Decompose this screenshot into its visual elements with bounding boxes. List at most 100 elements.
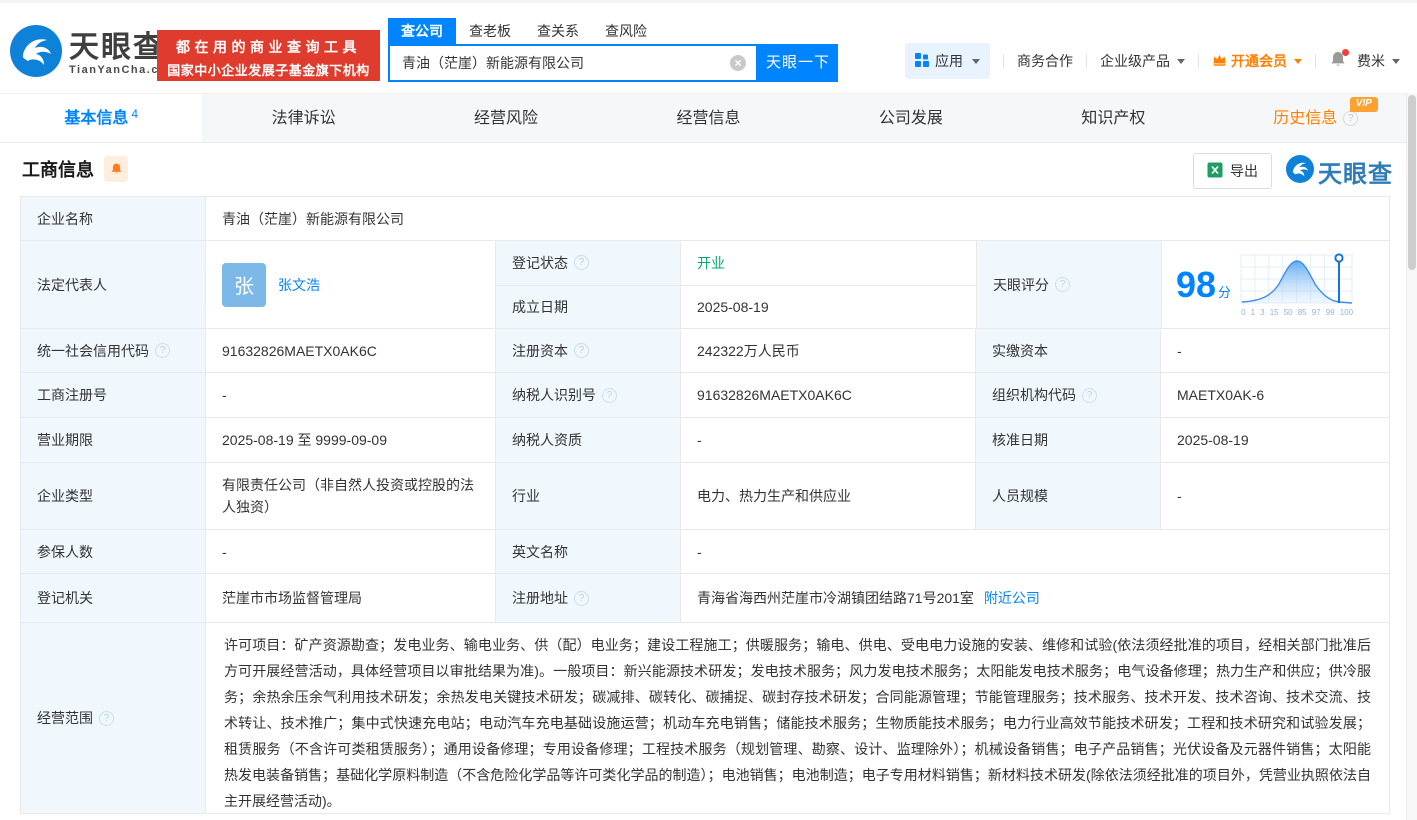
search-tab-boss[interactable]: 查老板 (456, 18, 524, 44)
avatar[interactable]: 张 (222, 263, 266, 307)
business-info-table: 企业名称 青油（茫崖）新能源有限公司 法定代表人 张 张文浩 登记状态 开业 成… (20, 196, 1390, 814)
field-label-establish-date: 成立日期 (496, 286, 681, 329)
tab-history-info-label: 历史信息 (1273, 110, 1337, 127)
help-icon[interactable] (1082, 388, 1097, 403)
tab-operation-risk[interactable]: 经营风险 (405, 94, 607, 142)
help-icon[interactable] (602, 388, 617, 403)
tab-company-development[interactable]: 公司发展 (810, 94, 1012, 142)
chevron-down-icon (1294, 59, 1302, 64)
table-subrow: 登记状态 开业 (496, 241, 976, 285)
nav-business-cooperation[interactable]: 商务合作 (1017, 51, 1073, 71)
search-tabs: 查公司 查老板 查关系 查风险 (388, 18, 838, 44)
field-label-company-name: 企业名称 (21, 197, 206, 240)
help-icon[interactable] (155, 343, 170, 358)
field-label-score: 天眼评分 (977, 241, 1162, 328)
x-tick: 50 (1284, 308, 1293, 317)
field-label-industry: 行业 (496, 463, 681, 529)
reg-address-label: 注册地址 (512, 588, 568, 608)
tianyancha-logo[interactable]: 天眼查 TianYanCha.com (10, 25, 178, 82)
field-value-establish-date: 2025-08-19 (681, 286, 976, 329)
x-tick: 97 (1312, 308, 1321, 317)
monitor-bell-icon[interactable] (104, 156, 128, 182)
nav-user-menu[interactable]: 费米 (1357, 51, 1400, 71)
slogan-line1: 都在用的商业查询工具 (157, 37, 380, 57)
watermark-logo: 天眼查 (1286, 154, 1393, 189)
scrollbar-track[interactable] (1406, 93, 1417, 820)
tab-legal-litigation[interactable]: 法律诉讼 (202, 94, 404, 142)
help-icon[interactable] (574, 591, 589, 606)
field-value-business-scope: 许可项目：矿产资源勘查；发电业务、输电业务、供（配）电业务；建设工程施工；供暖服… (206, 623, 1389, 813)
site-header: 天眼查 TianYanCha.com 都在用的商业查询工具 国家中小企业发展子基… (0, 0, 1417, 93)
field-value-org-code: MAETX0AK-6 (1161, 373, 1389, 417)
tianyancha-swirl-icon (10, 25, 62, 82)
company-tabbar: 基本信息4 法律诉讼 经营风险 经营信息 公司发展 知识产权 历史信息 VIP (0, 93, 1417, 143)
search-tab-risk[interactable]: 查风险 (592, 18, 660, 44)
field-value-legal-rep: 张 张文浩 (206, 241, 496, 328)
search-input-wrap (388, 44, 758, 82)
vip-badge: VIP (1350, 97, 1378, 112)
field-value-reg-capital: 242322万人民币 (681, 329, 976, 372)
field-value-english-name: - (681, 530, 1389, 573)
field-value-industry: 电力、热力生产和供应业 (681, 463, 976, 529)
tab-basic-info[interactable]: 基本信息4 (0, 94, 202, 142)
slogan-line2: 国家中小企业发展子基金旗下机构 (157, 60, 380, 79)
field-label-english-name: 英文名称 (496, 530, 681, 573)
table-row: 经营范围 许可项目：矿产资源勘查；发电业务、输电业务、供（配）电业务；建设工程施… (21, 623, 1389, 813)
nav-divider (1198, 54, 1199, 68)
tab-operation-info[interactable]: 经营信息 (607, 94, 809, 142)
table-row: 营业期限 2025-08-19 至 9999-09-09 纳税人资质 - 核准日… (21, 418, 1389, 463)
field-label-reg-authority: 登记机关 (21, 574, 206, 622)
apps-menu-button[interactable]: 应用 (905, 43, 990, 79)
table-row: 企业名称 青油（茫崖）新能源有限公司 (21, 197, 1389, 241)
tab-intellectual-property[interactable]: 知识产权 (1012, 94, 1214, 142)
export-button[interactable]: 导出 (1193, 153, 1272, 189)
clear-search-icon[interactable] (730, 55, 746, 71)
field-label-paid-capital: 实缴资本 (976, 329, 1161, 372)
notification-bell-icon[interactable] (1329, 51, 1347, 71)
excel-icon (1207, 162, 1223, 181)
score-value: 98分 (1176, 267, 1231, 303)
legal-rep-link[interactable]: 张文浩 (278, 275, 320, 295)
field-label-reg-capital: 注册资本 (496, 329, 681, 372)
field-value-staff-size: - (1161, 463, 1389, 529)
table-subrow: 成立日期 2025-08-19 (496, 285, 976, 329)
search-tab-company[interactable]: 查公司 (388, 18, 456, 44)
search-button[interactable]: 天眼一下 (758, 44, 838, 82)
tab-basic-info-count: 4 (131, 107, 138, 121)
help-icon[interactable] (574, 255, 589, 270)
field-label-reg-number: 工商注册号 (21, 373, 206, 417)
field-label-reg-status: 登记状态 (496, 241, 681, 285)
scrollbar-thumb[interactable] (1408, 95, 1416, 270)
slogan-banner: 都在用的商业查询工具 国家中小企业发展子基金旗下机构 (157, 30, 380, 81)
help-icon[interactable] (574, 343, 589, 358)
nav-divider (1086, 54, 1087, 68)
nearby-companies-link[interactable]: 附近公司 (984, 588, 1040, 608)
tab-history-info[interactable]: 历史信息 VIP (1215, 94, 1417, 142)
nav-open-vip[interactable]: 开通会员 (1212, 51, 1302, 71)
search-tab-relation[interactable]: 查关系 (524, 18, 592, 44)
username: 费米 (1357, 51, 1385, 71)
field-value-paid-capital: - (1161, 329, 1389, 372)
score-label: 天眼评分 (993, 275, 1049, 295)
company-type-text: 有限责任公司（非自然人投资或控股的法人独资） (222, 474, 479, 518)
nav-divider (1003, 54, 1004, 68)
crown-icon (1212, 53, 1227, 69)
tab-basic-info-label: 基本信息 (64, 110, 128, 127)
export-label: 导出 (1230, 161, 1258, 181)
x-tick: 100 (1340, 308, 1353, 317)
field-label-credit-code: 统一社会信用代码 (21, 329, 206, 372)
table-row: 法定代表人 张 张文浩 登记状态 开业 成立日期 2025-08-19 天眼评分 (21, 241, 1389, 329)
help-icon[interactable] (99, 711, 114, 726)
field-label-legal-rep: 法定代表人 (21, 241, 206, 328)
field-value-taxpayer-quality: - (681, 418, 976, 462)
search-input[interactable] (390, 46, 756, 80)
reg-address-text: 青海省海西州茫崖市冷湖镇团结路71号201室 (697, 588, 974, 608)
x-tick: 85 (1298, 308, 1307, 317)
enterprise-products-label: 企业级产品 (1100, 51, 1170, 71)
section-header-actions: 导出 天眼查 (1193, 153, 1393, 189)
help-icon[interactable] (1343, 111, 1358, 126)
help-icon[interactable] (1055, 277, 1070, 292)
nav-enterprise-products[interactable]: 企业级产品 (1100, 51, 1185, 71)
x-tick: 0 (1241, 308, 1245, 317)
field-label-taxpayer-quality: 纳税人资质 (496, 418, 681, 462)
